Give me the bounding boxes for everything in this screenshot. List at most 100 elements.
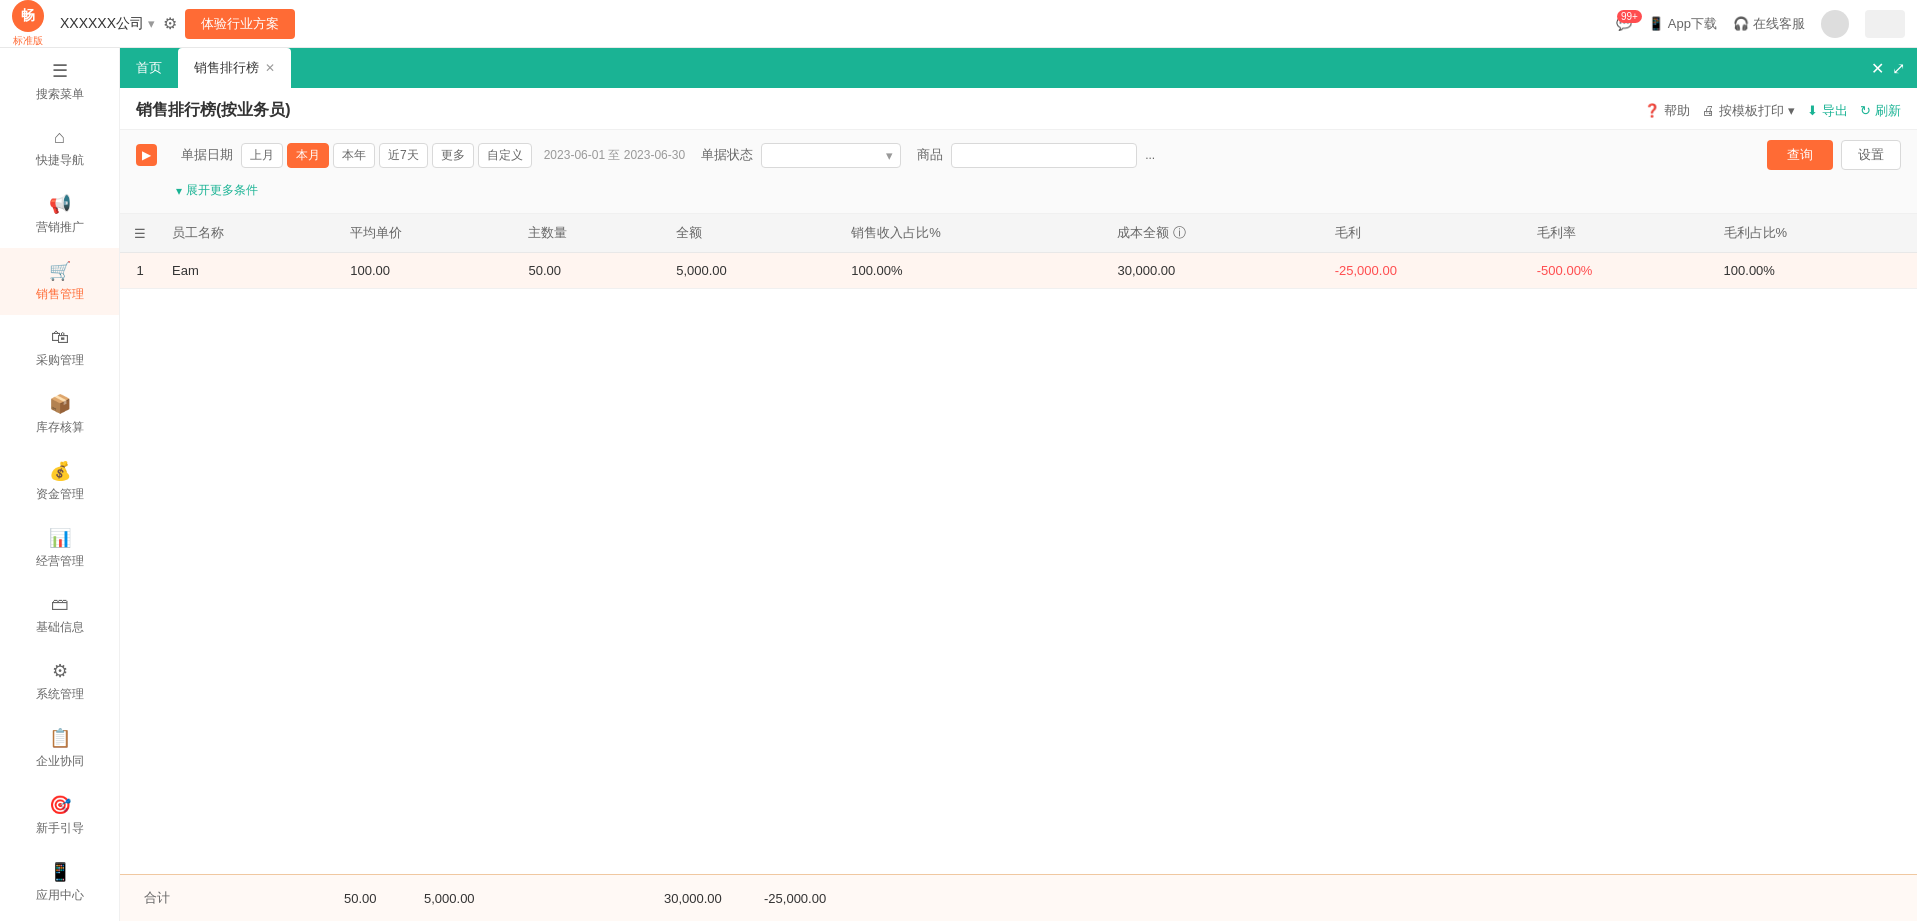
app-center-icon: 📱 [49, 861, 71, 883]
cell-name: Eam [160, 253, 338, 289]
date-btn-this-month[interactable]: 本月 [287, 143, 329, 168]
sidebar-item-inventory[interactable]: 📦 库存核算 [0, 381, 119, 448]
date-range-display: 2023-06-01 至 2023-06-30 [544, 147, 685, 164]
page-actions: ❓ 帮助 🖨 按模板打印 ▾ ⬇ 导出 ↻ 刷新 [1644, 102, 1901, 120]
col-main-qty: 主数量 [516, 214, 664, 253]
avatar[interactable] [1821, 10, 1849, 38]
goods-filter: 商品 ... [917, 143, 1155, 168]
system-icon: ⚙ [52, 660, 68, 682]
footer-main-qty: 50.00 [332, 885, 412, 912]
date-btn-more[interactable]: 更多 [432, 143, 474, 168]
col-settings[interactable]: ☰ [120, 214, 160, 253]
date-btn-custom[interactable]: 自定义 [478, 143, 532, 168]
sidebar-item-purchase[interactable]: 🛍 采购管理 [0, 315, 119, 381]
finance-icon: 💰 [49, 460, 71, 482]
online-service[interactable]: 🎧 在线客服 [1733, 15, 1805, 33]
sidebar-item-newbie[interactable]: 🎯 新手引导 [0, 782, 119, 849]
sidebar-item-search[interactable]: ☰ 搜索菜单 [0, 48, 119, 115]
settings-btn[interactable]: 设置 [1841, 140, 1901, 170]
sidebar-label-app-center: 应用中心 [36, 887, 84, 904]
sales-ranking-table: ☰ 员工名称 平均单价 主数量 全额 销售收入占比% 成本全额 ⓘ 毛利 毛利率… [120, 214, 1917, 289]
search-menu-icon: ☰ [52, 60, 68, 82]
tab-sales-ranking-label: 销售排行榜 [194, 59, 259, 77]
cell-rank: 1 [120, 253, 160, 289]
operations-icon: 📊 [49, 527, 71, 549]
sidebar-item-app-center[interactable]: 📱 应用中心 [0, 849, 119, 916]
sidebar-item-operations[interactable]: 📊 经营管理 [0, 515, 119, 582]
company-dropdown-icon[interactable]: ▾ [148, 16, 155, 31]
sidebar-item-enterprise-wechat[interactable]: 💬 企业微信 [0, 916, 119, 921]
cell-gross-margin: -500.00% [1525, 253, 1712, 289]
sidebar-item-quick-nav[interactable]: ⌂ 快捷导航 [0, 115, 119, 181]
date-btn-this-year[interactable]: 本年 [333, 143, 375, 168]
user-name-placeholder [1865, 10, 1905, 38]
date-btn-last-month[interactable]: 上月 [241, 143, 283, 168]
cell-cost-amount: 30,000.00 [1105, 253, 1322, 289]
export-btn[interactable]: ⬇ 导出 [1807, 102, 1848, 120]
expand-row: ▾ 展开更多条件 [136, 178, 1901, 203]
help-btn[interactable]: ❓ 帮助 [1644, 102, 1690, 120]
goods-more-btn[interactable]: ... [1145, 148, 1155, 162]
page-title: 销售排行榜(按业务员) [136, 100, 291, 121]
date-label: 单据日期 [181, 146, 233, 164]
refresh-icon: ↻ [1860, 103, 1871, 118]
toggle-filter-btn[interactable]: ▶ [136, 144, 157, 166]
tab-bar: 首页 销售排行榜 ✕ ✕ ⤢ [120, 48, 1917, 88]
tab-sales-ranking[interactable]: 销售排行榜 ✕ [178, 48, 291, 88]
app-download[interactable]: 📱 App下载 [1648, 15, 1717, 33]
inventory-icon: 📦 [49, 393, 71, 415]
date-btn-last-7days[interactable]: 近7天 [379, 143, 428, 168]
sidebar-label-quick-nav: 快捷导航 [36, 152, 84, 169]
date-btn-group: 上月 本月 本年 近7天 更多 自定义 [241, 143, 532, 168]
goods-input[interactable] [951, 143, 1137, 168]
sidebar-label-sales: 销售管理 [36, 286, 84, 303]
sidebar-item-basic-info[interactable]: 🗃 基础信息 [0, 582, 119, 648]
footer-label: 合计 [132, 883, 332, 913]
page-content: 销售排行榜(按业务员) ❓ 帮助 🖨 按模板打印 ▾ ⬇ 导出 [120, 88, 1917, 921]
col-gross-margin: 毛利率 [1525, 214, 1712, 253]
newbie-icon: 🎯 [49, 794, 71, 816]
purchase-icon: 🛍 [51, 327, 69, 348]
header-right: 💬 99+ 📱 App下载 🎧 在线客服 [1616, 10, 1905, 38]
sidebar-item-finance[interactable]: 💰 资金管理 [0, 448, 119, 515]
status-select-wrapper [761, 143, 901, 168]
goods-label: 商品 [917, 146, 943, 164]
tab-close-icon[interactable]: ✕ [265, 61, 275, 75]
sidebar-label-operations: 经营管理 [36, 553, 84, 570]
tab-home[interactable]: 首页 [120, 48, 178, 88]
trial-btn[interactable]: 体验行业方案 [185, 9, 295, 39]
sales-icon: 🛒 [49, 260, 71, 282]
query-btn[interactable]: 查询 [1767, 140, 1833, 170]
template-print-btn[interactable]: 🖨 按模板打印 ▾ [1702, 102, 1795, 120]
status-select[interactable] [761, 143, 901, 168]
sidebar-label-system: 系统管理 [36, 686, 84, 703]
cell-gross-pct: 100.00% [1712, 253, 1917, 289]
sidebar-item-sales[interactable]: 🛒 销售管理 [0, 248, 119, 315]
marketing-icon: 📢 [49, 193, 71, 215]
basic-info-icon: 🗃 [51, 594, 69, 615]
sidebar: ☰ 搜索菜单 ⌂ 快捷导航 📢 营销推广 🛒 销售管理 🛍 采购管理 📦 库存核… [0, 48, 120, 921]
header-left: 畅 标准版 XXXXXX公司 ▾ ⚙ 体验行业方案 [12, 0, 295, 48]
col-cost-amount: 成本全额 ⓘ [1105, 214, 1322, 253]
tab-expand-icon[interactable]: ⤢ [1892, 59, 1905, 78]
filter-area: ▶ 单据日期 上月 本月 本年 近7天 更多 自定义 2023-06-01 至 … [120, 130, 1917, 214]
cell-main-qty: 50.00 [516, 253, 664, 289]
app-logo-subtitle: 标准版 [13, 34, 43, 48]
page-header: 销售排行榜(按业务员) ❓ 帮助 🖨 按模板打印 ▾ ⬇ 导出 [120, 88, 1917, 130]
tab-close-window-icon[interactable]: ✕ [1871, 59, 1884, 78]
header-settings-icon[interactable]: ⚙ [163, 14, 177, 33]
content-area: 首页 销售排行榜 ✕ ✕ ⤢ 销售排行榜(按业务员) ❓ 帮助 [120, 48, 1917, 921]
sidebar-item-enterprise-collab[interactable]: 📋 企业协同 [0, 715, 119, 782]
date-filter: 单据日期 上月 本月 本年 近7天 更多 自定义 2023-06-01 至 20… [181, 143, 685, 168]
enterprise-collab-icon: 📋 [49, 727, 71, 749]
footer-row: 合计 50.00 5,000.00 30,000.00 -25,000.00 [132, 883, 1905, 913]
sidebar-label-basic-info: 基础信息 [36, 619, 84, 636]
expand-more-btn[interactable]: ▾ 展开更多条件 [176, 178, 1901, 203]
col-sales-pct: 销售收入占比% [839, 214, 1105, 253]
refresh-btn[interactable]: ↻ 刷新 [1860, 102, 1901, 120]
sidebar-item-system[interactable]: ⚙ 系统管理 [0, 648, 119, 715]
table-wrapper: ☰ 员工名称 平均单价 主数量 全额 销售收入占比% 成本全额 ⓘ 毛利 毛利率… [120, 214, 1917, 874]
sidebar-item-marketing[interactable]: 📢 营销推广 [0, 181, 119, 248]
message-icon[interactable]: 💬 99+ [1616, 16, 1632, 31]
filter-action-btns: 查询 设置 [1767, 140, 1901, 170]
